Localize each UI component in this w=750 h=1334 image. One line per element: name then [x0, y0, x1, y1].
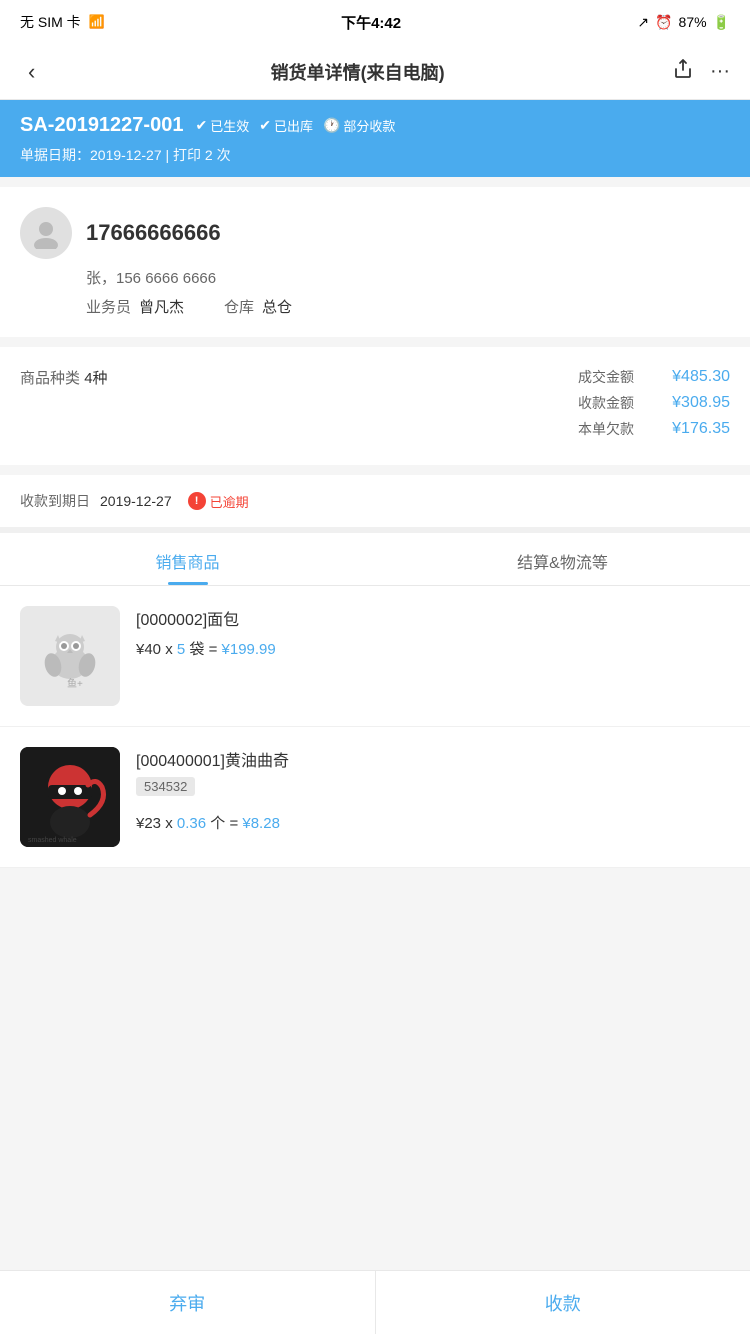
time-display: 下午4:42: [341, 12, 401, 33]
product-count-number: 4种: [84, 370, 107, 387]
back-button[interactable]: ‹: [20, 55, 43, 89]
debt-amount-label: 本单欠款: [578, 419, 634, 439]
svg-text:鱼+: 鱼+: [67, 677, 83, 690]
overdue-icon: !: [188, 492, 206, 510]
order-id: SA-20191227-001: [20, 114, 183, 137]
battery-label: 87%: [679, 14, 707, 30]
overdue-text: 已逾期: [210, 492, 249, 511]
check-icon-1: ✔: [195, 117, 207, 134]
banner-row1: SA-20191227-001 ✔ 已生效 ✔ 已出库 🕐 部分收款: [20, 114, 730, 137]
svg-text:smashed whale: smashed whale: [28, 837, 77, 844]
amount-info: 成交金额 ¥485.30 收款金额 ¥308.95 本单欠款 ¥176.35: [578, 367, 730, 445]
battery-icon: 🔋: [713, 14, 730, 31]
product-info-2: [000400001]黄油曲奇 534532 ¥23 x 0.36 个 = ¥8…: [136, 747, 730, 833]
debt-amount-row: 本单欠款 ¥176.35: [578, 419, 730, 439]
warehouse-label: 仓库: [224, 296, 254, 317]
customer-phone: 17666666666: [86, 220, 221, 246]
product-name-2: [000400001]黄油曲奇: [136, 747, 730, 771]
customer-meta: 业务员 曾凡杰 仓库 总仓: [20, 296, 730, 317]
overdue-badge: ! 已逾期: [188, 492, 249, 511]
status-tag-2: ✔ 已出库: [259, 116, 313, 135]
received-amount-value: ¥308.95: [650, 394, 730, 412]
sales-person-value: 曾凡杰: [139, 296, 184, 317]
received-amount-label: 收款金额: [578, 393, 634, 413]
product-price-2: ¥23 x 0.36 个 = ¥8.28: [136, 812, 730, 833]
customer-section: 17666666666 张，156 6666 6666 业务员 曾凡杰 仓库 总…: [0, 187, 750, 337]
check-icon-2: ✔: [259, 117, 271, 134]
status-left: 无 SIM 卡 📶: [20, 12, 105, 32]
product-price-1: ¥40 x 5 袋 = ¥199.99: [136, 638, 730, 659]
status-tags: ✔ 已生效 ✔ 已出库 🕐 部分收款: [195, 116, 395, 135]
deal-amount-label: 成交金额: [578, 367, 634, 387]
collect-payment-button[interactable]: 收款: [376, 1271, 750, 1334]
nav-actions: ···: [672, 58, 730, 86]
product-name-1: [0000002]面包: [136, 606, 730, 630]
product-list: 鱼+ [0000002]面包 ¥40 x 5 袋 = ¥199.99: [0, 586, 750, 868]
list-item: 鱼+ [0000002]面包 ¥40 x 5 袋 = ¥199.99: [0, 586, 750, 727]
tabs-section: 销售商品 结算&物流等: [0, 533, 750, 586]
clock-icon: 🕐: [323, 117, 340, 134]
deal-amount-value: ¥485.30: [650, 368, 730, 386]
summary-section: 商品种类 4种 成交金额 ¥485.30 收款金额 ¥308.95 本单欠款 ¥…: [0, 347, 750, 465]
doc-date: 单据日期：2019-12-27 | 打印 2 次: [20, 145, 730, 165]
nav-bar: ‹ 销货单详情(来自电脑) ···: [0, 44, 750, 100]
status-bar: 无 SIM 卡 📶 下午4:42 ↗ ⏰ 87% 🔋: [0, 0, 750, 44]
wifi-icon: 📶: [89, 14, 105, 30]
customer-row: 17666666666: [20, 207, 730, 259]
carrier-label: 无 SIM 卡: [20, 12, 81, 32]
debt-amount-value: ¥176.35: [650, 420, 730, 438]
status-tag-3: 🕐 部分收款: [323, 116, 395, 135]
product-total-2: ¥8.28: [242, 815, 280, 832]
product-image-2: smashed whale: [20, 747, 120, 847]
more-button[interactable]: ···: [710, 60, 730, 83]
location-icon: ↗: [637, 14, 649, 31]
product-total-1: ¥199.99: [222, 641, 276, 658]
alarm-icon: ⏰: [655, 14, 672, 31]
tab-sales-products[interactable]: 销售商品: [0, 533, 375, 585]
warehouse-value: 总仓: [262, 296, 292, 317]
avatar: [20, 207, 72, 259]
bottom-bar: 弃审 收款: [0, 1270, 750, 1334]
customer-name: 张，156 6666 6666: [20, 267, 730, 288]
sales-person-item: 业务员 曾凡杰: [86, 296, 184, 317]
status-right: ↗ ⏰ 87% 🔋: [637, 14, 730, 31]
sales-person-label: 业务员: [86, 296, 131, 317]
due-date-value: 2019-12-27: [100, 493, 172, 509]
product-count-label: 商品种类: [20, 370, 80, 387]
product-image-1: 鱼+: [20, 606, 120, 706]
received-amount-row: 收款金额 ¥308.95: [578, 393, 730, 413]
product-info-1: [0000002]面包 ¥40 x 5 袋 = ¥199.99: [136, 606, 730, 659]
tab-settlement[interactable]: 结算&物流等: [375, 533, 750, 585]
page-title: 销货单详情(来自电脑): [271, 59, 445, 85]
status-tag-1: ✔ 已生效: [195, 116, 249, 135]
product-batch-2: 534532: [136, 777, 195, 796]
due-date-section: 收款到期日 2019-12-27 ! 已逾期: [0, 475, 750, 533]
deal-amount-row: 成交金额 ¥485.30: [578, 367, 730, 387]
share-button[interactable]: [672, 58, 694, 86]
product-count-info: 商品种类 4种: [20, 367, 108, 388]
abandon-review-button[interactable]: 弃审: [0, 1271, 376, 1334]
warehouse-item: 仓库 总仓: [224, 296, 292, 317]
list-item: smashed whale [000400001]黄油曲奇 534532 ¥23…: [0, 727, 750, 868]
due-date-label: 收款到期日: [20, 491, 90, 511]
header-banner: SA-20191227-001 ✔ 已生效 ✔ 已出库 🕐 部分收款 单据日期：…: [0, 100, 750, 177]
